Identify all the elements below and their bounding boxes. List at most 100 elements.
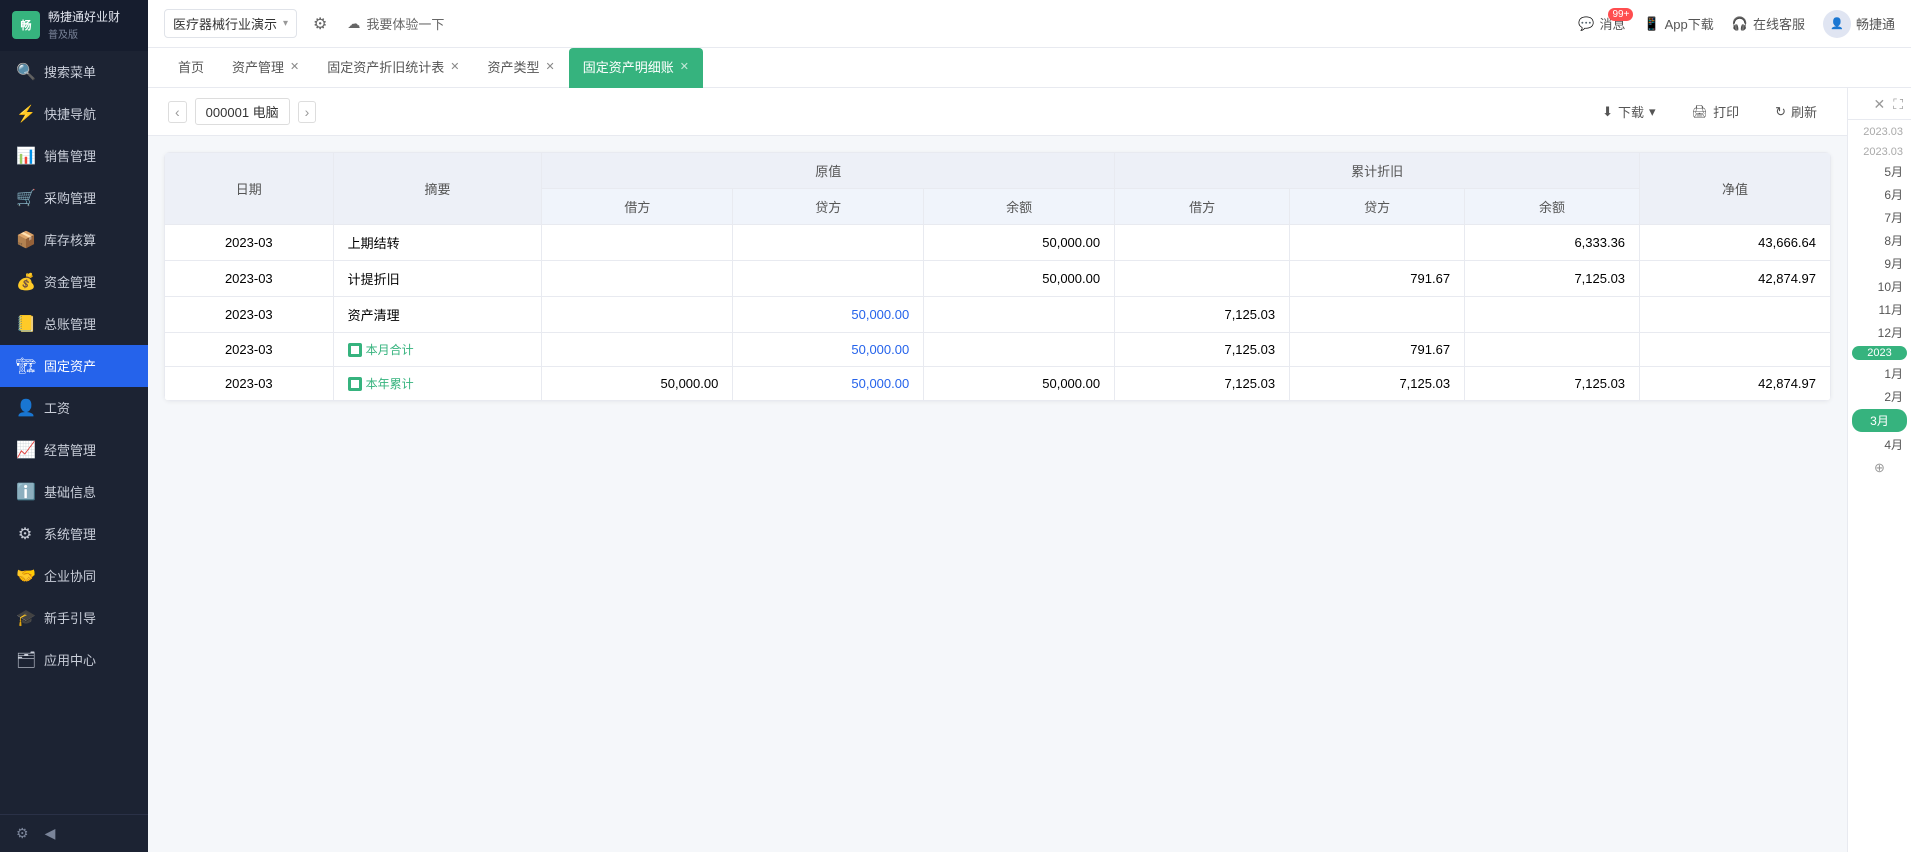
sidebar-item-quick-nav[interactable]: ⚡ 快捷导航 — [0, 93, 148, 135]
cell-date: 2023-03 — [165, 225, 334, 261]
tab-home[interactable]: 首页 — [164, 48, 218, 88]
guide-icon: 🎓 — [16, 608, 34, 628]
experience-button[interactable]: ☁ 我要体验一下 — [347, 14, 444, 33]
next-asset-button[interactable]: › — [298, 101, 317, 123]
col-dep-credit: 贷方 — [1290, 189, 1465, 225]
salary-icon: 👤 — [16, 398, 34, 418]
sidebar-item-operations[interactable]: 📈 经营管理 — [0, 429, 148, 471]
timeline-month[interactable]: 11月 — [1848, 298, 1911, 321]
cell-orig-credit — [733, 261, 924, 297]
message-button[interactable]: 💬 消息 99+ — [1578, 14, 1625, 33]
cell-net-value — [1640, 297, 1831, 333]
sidebar-item-ledger[interactable]: 📒 总账管理 — [0, 303, 148, 345]
summary-tag: 本年累计 — [348, 375, 414, 392]
tab-asset-ledger[interactable]: 固定资产明细账 ✕ — [569, 48, 703, 88]
customer-service-button[interactable]: 🎧 在线客服 — [1732, 14, 1805, 33]
timeline-content: 5月6月7月8月9月10月11月12月 2023 1月2月3月4月⊕ — [1848, 160, 1911, 480]
timeline-month[interactable]: 9月 — [1848, 252, 1911, 275]
sidebar-item-capital[interactable]: 💰 资金管理 — [0, 261, 148, 303]
cell-dep-debit — [1115, 261, 1290, 297]
asset-nav-left: ‹ 000001 电脑 › — [168, 98, 316, 125]
close-panel-icon[interactable]: ✕ — [1871, 94, 1887, 115]
expand-panel-icon[interactable]: ⛶ — [1891, 94, 1905, 115]
col-dep-debit: 借方 — [1115, 189, 1290, 225]
topbar: 医疗器械行业演示 ▾ ⚙ ☁ 我要体验一下 💬 消息 99+ 📱 App下载 🎧… — [148, 0, 1911, 48]
asset-navigation-bar: ‹ 000001 电脑 › ⬇ 下载 ▾ 🖨 打印 ↻ — [148, 88, 1847, 136]
sidebar-item-corp-collab[interactable]: 🤝 企业协同 — [0, 555, 148, 597]
timeline-month[interactable]: 8月 — [1848, 229, 1911, 252]
cell-orig-balance: 50,000.00 — [924, 367, 1115, 401]
cell-summary: 上期结转 — [333, 225, 542, 261]
sidebar-item-guide[interactable]: 🎓 新手引导 — [0, 597, 148, 639]
sidebar-item-salary[interactable]: 👤 工资 — [0, 387, 148, 429]
customer-service-icon: 🎧 — [1732, 16, 1748, 32]
tab-close-asset-type[interactable]: ✕ — [546, 60, 555, 73]
page-content: ‹ 000001 电脑 › ⬇ 下载 ▾ 🖨 打印 ↻ — [148, 88, 1911, 852]
table-area: ‹ 000001 电脑 › ⬇ 下载 ▾ 🖨 打印 ↻ — [148, 88, 1847, 852]
sidebar-item-inventory[interactable]: 📦 库存核算 — [0, 219, 148, 261]
tab-close-depreciation-table[interactable]: ✕ — [450, 60, 459, 73]
sidebar-item-system[interactable]: ⚙ 系统管理 — [0, 513, 148, 555]
capital-icon: 💰 — [16, 272, 34, 292]
app-download-button[interactable]: 📱 App下载 — [1643, 14, 1713, 33]
sidebar-item-basic-info[interactable]: ℹ️ 基础信息 — [0, 471, 148, 513]
timeline-month[interactable]: 5月 — [1848, 160, 1911, 183]
settings-icon[interactable]: ⚙ — [313, 14, 327, 34]
user-menu[interactable]: 👤 畅捷通 — [1823, 10, 1895, 38]
sidebar-item-search[interactable]: 🔍 搜索菜单 — [0, 51, 148, 93]
col-summary: 摘要 — [333, 153, 542, 225]
cell-date: 2023-03 — [165, 261, 334, 297]
quick-nav-icon: ⚡ — [16, 104, 34, 124]
cell-net-value: 42,874.97 — [1640, 261, 1831, 297]
footer-settings-icon[interactable]: ⚙ — [16, 825, 29, 842]
sidebar-item-purchase[interactable]: 🛒 采购管理 — [0, 177, 148, 219]
avatar: 👤 — [1823, 10, 1851, 38]
prev-asset-button[interactable]: ‹ — [168, 101, 187, 123]
corp-collab-icon: 🤝 — [16, 566, 34, 586]
footer-collapse-icon[interactable]: ◀ — [45, 825, 56, 842]
sidebar-item-sales[interactable]: 📊 销售管理 — [0, 135, 148, 177]
cell-dep-credit: 7,125.03 — [1290, 367, 1465, 401]
sidebar-item-fixed-assets[interactable]: 🏗 固定资产 — [0, 345, 148, 387]
timeline-month[interactable]: 1月 — [1848, 362, 1911, 385]
refresh-button[interactable]: ↻ 刷新 — [1765, 98, 1827, 125]
cell-orig-debit — [542, 297, 733, 333]
company-selector[interactable]: 医疗器械行业演示 ▾ — [164, 9, 297, 38]
timeline-month[interactable]: 12月 — [1848, 321, 1911, 344]
timeline-year-badge[interactable]: 2023 — [1852, 346, 1907, 360]
tab-asset-mgmt[interactable]: 资产管理 ✕ — [218, 48, 313, 88]
cell-orig-debit — [542, 333, 733, 367]
tab-close-asset-mgmt[interactable]: ✕ — [290, 60, 299, 73]
cell-dep-credit: 791.67 — [1290, 261, 1465, 297]
timeline-month[interactable]: 6月 — [1848, 183, 1911, 206]
cell-orig-credit: 50,000.00 — [733, 367, 924, 401]
cell-dep-credit — [1290, 225, 1465, 261]
system-icon: ⚙ — [16, 524, 34, 544]
sidebar: 畅 畅捷通好业财 普及版 🔍 搜索菜单 ⚡ 快捷导航 📊 销售管理 🛒 采购管理… — [0, 0, 148, 852]
tab-asset-type[interactable]: 资产类型 ✕ — [473, 48, 568, 88]
timeline-month[interactable]: 2月 — [1848, 385, 1911, 408]
cell-orig-credit — [733, 225, 924, 261]
operations-icon: 📈 — [16, 440, 34, 460]
sidebar-footer: ⚙ ◀ — [0, 814, 148, 852]
print-button[interactable]: 🖨 打印 — [1682, 98, 1750, 125]
download-button[interactable]: ⬇ 下载 ▾ — [1592, 98, 1665, 125]
download-icon: ⬇ — [1602, 104, 1613, 120]
timeline-month[interactable]: 3月 — [1852, 409, 1907, 432]
app-logo: 畅 — [12, 11, 40, 39]
cell-date: 2023-03 — [165, 367, 334, 401]
cell-orig-debit: 50,000.00 — [542, 367, 733, 401]
cell-dep-debit: 7,125.03 — [1115, 333, 1290, 367]
cell-net-value: 43,666.64 — [1640, 225, 1831, 261]
col-group-depreciation: 累计折旧 — [1115, 153, 1640, 189]
timeline-month[interactable]: 4月 — [1848, 433, 1911, 456]
sidebar-item-app-center[interactable]: 🗂 应用中心 — [0, 639, 148, 681]
timeline-month[interactable]: 7月 — [1848, 206, 1911, 229]
sales-icon: 📊 — [16, 146, 34, 166]
timeline-month[interactable]: 10月 — [1848, 275, 1911, 298]
cell-dep-debit — [1115, 225, 1290, 261]
tab-close-asset-ledger[interactable]: ✕ — [680, 60, 689, 73]
asset-ledger-table: 日期 摘要 原值 累计折旧 净值 借方 贷方 余额 借方 贷方 余额 — [164, 152, 1831, 401]
timeline-scroll-down-icon[interactable]: ⊕ — [1848, 456, 1911, 480]
tab-depreciation-table[interactable]: 固定资产折旧统计表 ✕ — [313, 48, 473, 88]
